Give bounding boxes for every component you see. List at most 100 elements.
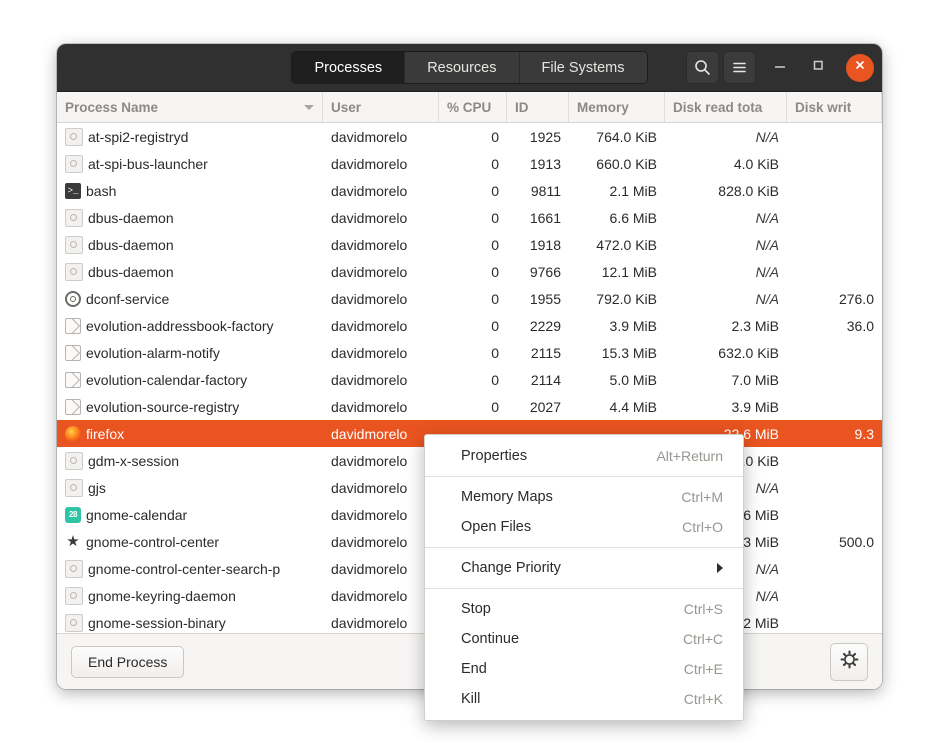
cell-memory: 3.9 MiB	[569, 318, 665, 334]
table-row[interactable]: dbus-daemon davidmorelo 0 9766 12.1 MiB N/A	[57, 258, 882, 285]
menu-item-continue[interactable]: Continue Ctrl+C	[425, 624, 743, 654]
menu-item-stop[interactable]: Stop Ctrl+S	[425, 594, 743, 624]
menu-item-end[interactable]: End Ctrl+E	[425, 654, 743, 684]
cell-text: bash	[86, 182, 117, 199]
cell-read: N/A	[665, 264, 787, 280]
cell-user: davidmorelo	[323, 507, 439, 523]
cell-id: 1918	[507, 237, 569, 253]
process-context-menu[interactable]: Properties Alt+Return Memory Maps Ctrl+M Ope…	[424, 434, 744, 721]
menu-item-memory-maps[interactable]: Memory Maps Ctrl+M	[425, 482, 743, 512]
generic-app-icon	[65, 451, 83, 470]
table-row[interactable]: at-spi-bus-launcher davidmorelo 0 1913 660.0…	[57, 150, 882, 177]
column-header--cpu[interactable]: % CPU	[439, 92, 507, 122]
tab-resources[interactable]: Resources	[405, 52, 520, 83]
table-row[interactable]: evolution-addressbook-factory davidmorelo…	[57, 312, 882, 339]
cell-write: 276.0	[787, 291, 882, 307]
search-button[interactable]	[686, 51, 719, 84]
table-row[interactable]: evolution-alarm-notify davidmorelo 0 2115 15…	[57, 339, 882, 366]
cell-user: davidmorelo	[323, 237, 439, 253]
cell-text: N/A	[755, 587, 779, 604]
cell-cpu: 0	[439, 237, 507, 253]
minimize-button[interactable]	[766, 54, 794, 82]
menu-item-label: Memory Maps	[461, 489, 553, 505]
table-row[interactable]: evolution-calendar-factory davidmorelo 0 21…	[57, 366, 882, 393]
cell-text: davidmorelo	[331, 560, 408, 577]
cell-write: 9.3	[787, 426, 882, 442]
cell-text: 1955	[529, 290, 561, 307]
cell-text: gnome-session-binary	[88, 614, 226, 631]
submenu-arrow-icon	[717, 563, 723, 573]
dconf-icon	[65, 290, 81, 307]
column-header-disk-writ[interactable]: Disk writ	[787, 92, 882, 122]
table-column-headers[interactable]: Process Name User % CPU ID Memory Disk read t…	[57, 92, 882, 123]
close-icon	[853, 58, 867, 77]
envelope-icon	[65, 317, 81, 334]
table-row[interactable]: evolution-source-registry davidmorelo 0 202…	[57, 393, 882, 420]
headerbar-right-controls	[686, 44, 874, 91]
menu-item-label: Change Priority	[461, 560, 561, 576]
cell-id: 2114	[507, 372, 569, 388]
menu-button[interactable]	[723, 51, 756, 84]
generic-app-icon	[65, 154, 83, 173]
cell-text: gnome-calendar	[86, 506, 188, 523]
column-header-id[interactable]: ID	[507, 92, 569, 122]
cell-write: 36.0	[787, 318, 882, 334]
cell-name: 28 gnome-calendar	[57, 506, 323, 523]
column-header-user[interactable]: User	[323, 92, 439, 122]
end-process-button[interactable]: End Process	[71, 645, 185, 678]
cell-text: N/A	[755, 263, 779, 280]
menu-item-change-priority[interactable]: Change Priority	[425, 553, 743, 583]
cell-text: davidmorelo	[331, 371, 408, 388]
column-header-memory[interactable]: Memory	[569, 92, 665, 122]
menu-item-label: End	[461, 661, 487, 677]
settings-button[interactable]	[830, 642, 868, 681]
maximize-button[interactable]	[804, 54, 832, 82]
menu-item-kill[interactable]: Kill Ctrl+K	[425, 684, 743, 714]
cell-name: dbus-daemon	[57, 208, 323, 227]
tab-file-systems[interactable]: File Systems	[519, 52, 647, 83]
tab-switcher[interactable]: Processes Resources File Systems	[291, 51, 648, 84]
close-button[interactable]	[846, 53, 874, 82]
cell-text: 1925	[529, 128, 561, 145]
generic-app-icon	[65, 235, 83, 254]
cell-text: 632.0 KiB	[718, 344, 779, 361]
tab-processes[interactable]: Processes	[292, 52, 406, 83]
table-row[interactable]: dbus-daemon davidmorelo 0 1918 472.0 KiB N/A	[57, 231, 882, 258]
menu-item-shortcut: Ctrl+O	[682, 519, 723, 535]
cell-text: 0	[491, 317, 499, 334]
cell-user: davidmorelo	[323, 372, 439, 388]
cell-text: 660.0 KiB	[596, 155, 657, 172]
menu-item-open-files[interactable]: Open Files Ctrl+O	[425, 512, 743, 542]
cell-cpu: 0	[439, 183, 507, 199]
column-header-disk-read-tota[interactable]: Disk read tota	[665, 92, 787, 122]
cell-text: gdm-x-session	[88, 452, 180, 469]
menu-item-properties[interactable]: Properties Alt+Return	[425, 441, 743, 471]
cell-name: at-spi2-registryd	[57, 127, 323, 146]
menu-item-label: Kill	[461, 691, 481, 707]
cell-user: davidmorelo	[323, 345, 439, 361]
cell-user: davidmorelo	[323, 264, 439, 280]
cell-id: 9811	[507, 183, 569, 199]
cell-text: gjs	[88, 479, 106, 496]
table-row[interactable]: dbus-daemon davidmorelo 0 1661 6.6 MiB N/A	[57, 204, 882, 231]
cell-id: 1913	[507, 156, 569, 172]
menu-item-shortcut: Alt+Return	[656, 448, 723, 464]
cell-cpu: 0	[439, 318, 507, 334]
cell-user: davidmorelo	[323, 183, 439, 199]
cell-name: gjs	[57, 478, 323, 497]
cell-text: 764.0 KiB	[596, 128, 657, 145]
envelope-icon	[65, 344, 81, 361]
table-row[interactable]: at-spi2-registryd davidmorelo 0 1925 764.0 K…	[57, 123, 882, 150]
cell-read: N/A	[665, 129, 787, 145]
table-row[interactable]: dconf-service davidmorelo 0 1955 792.0 KiB N/…	[57, 285, 882, 312]
table-row[interactable]: >_ bash davidmorelo 0 9811 2.1 MiB 828.0 KiB	[57, 177, 882, 204]
cell-user: davidmorelo	[323, 480, 439, 496]
cell-user: davidmorelo	[323, 156, 439, 172]
cell-text: N/A	[755, 290, 779, 307]
cell-user: davidmorelo	[323, 399, 439, 415]
menu-separator	[425, 547, 743, 548]
column-header-process-name[interactable]: Process Name	[57, 92, 323, 122]
cell-text: 2114	[530, 371, 561, 388]
cell-text: 3.9 MiB	[731, 398, 779, 415]
cell-read: N/A	[665, 210, 787, 226]
